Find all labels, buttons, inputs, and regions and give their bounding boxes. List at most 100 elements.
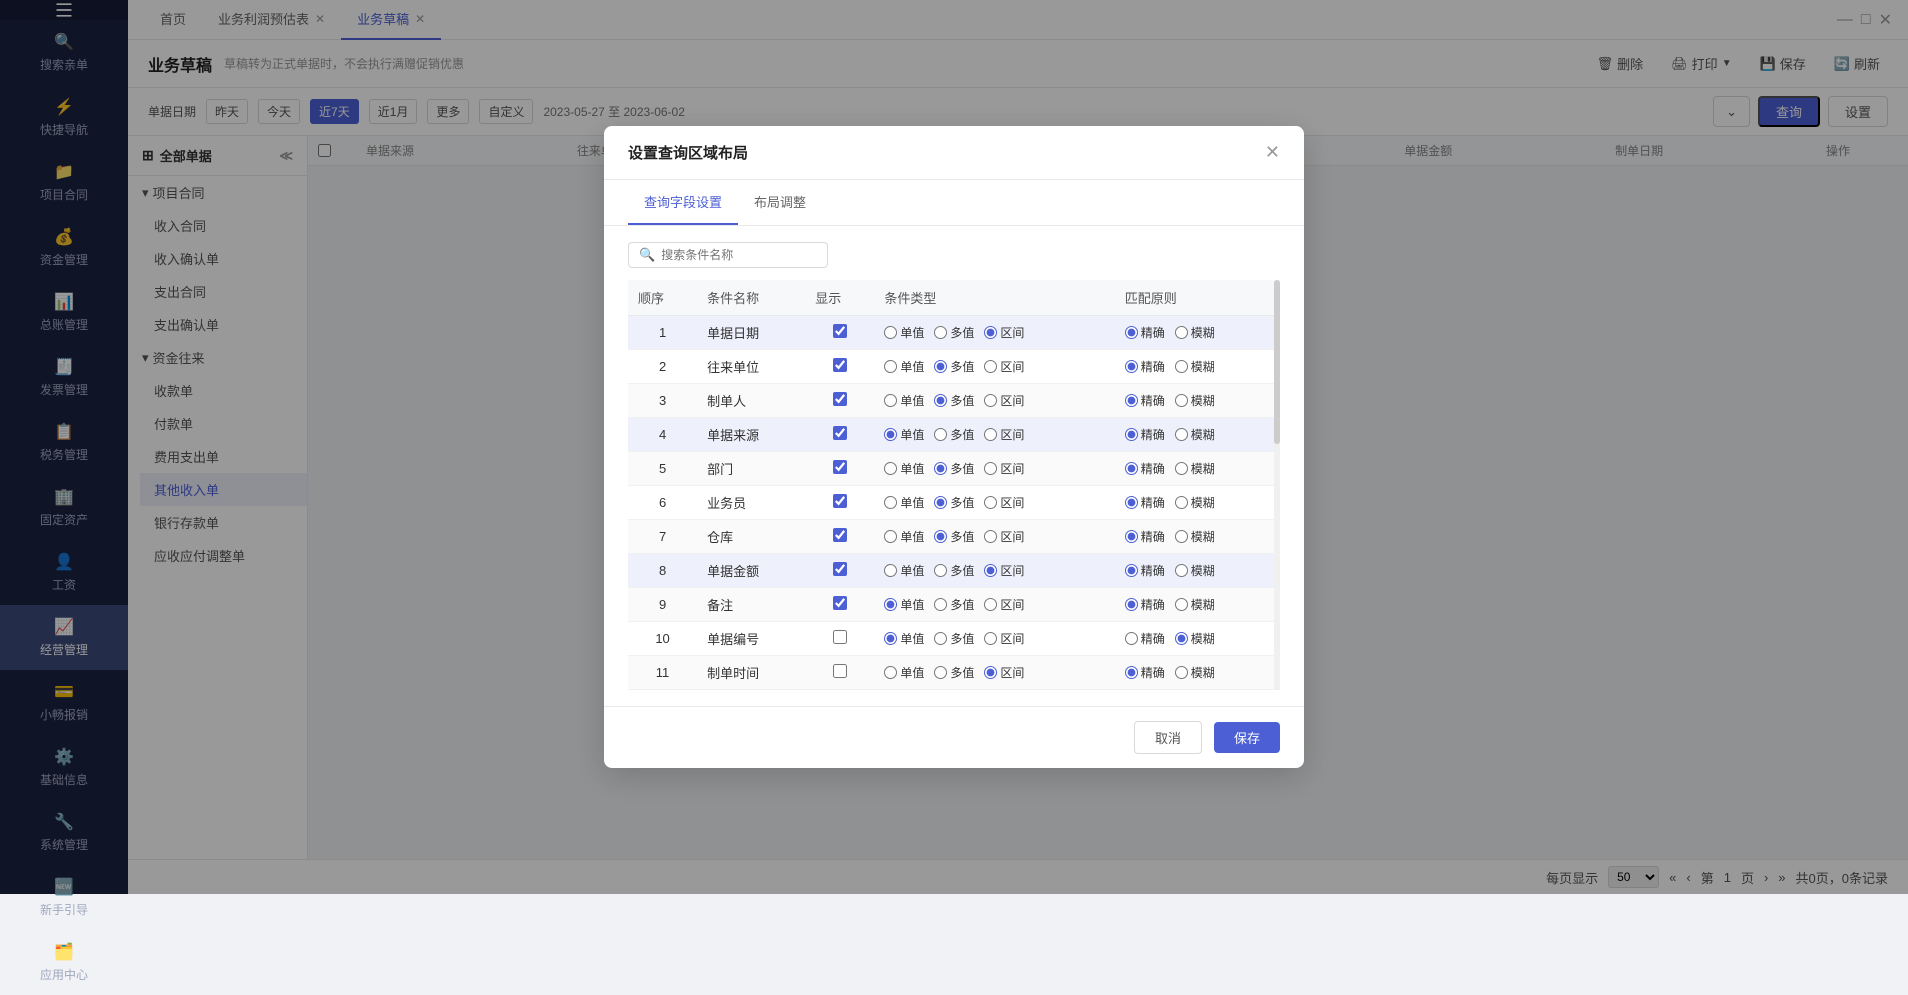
type-radio-多值[interactable]: 多值	[934, 426, 974, 443]
match-radio-模糊[interactable]: 模糊	[1175, 630, 1215, 647]
match-radio-input-模糊-1[interactable]	[1175, 360, 1188, 373]
match-radio-input-模糊-10[interactable]	[1175, 666, 1188, 679]
match-radio-input-模糊-4[interactable]	[1175, 462, 1188, 475]
type-radio-区间[interactable]: 区间	[984, 426, 1024, 443]
type-radio-单值[interactable]: 单值	[884, 358, 924, 375]
type-radio-多值[interactable]: 多值	[934, 664, 974, 681]
match-radio-input-精确-0[interactable]	[1125, 326, 1138, 339]
show-checkbox-3[interactable]	[833, 426, 847, 440]
type-radio-input-多值-1[interactable]	[934, 360, 947, 373]
modal-close-button[interactable]: ✕	[1265, 142, 1280, 163]
type-radio-input-单值-2[interactable]	[884, 394, 897, 407]
type-radio-区间[interactable]: 区间	[984, 460, 1024, 477]
type-radio-input-单值-8[interactable]	[884, 598, 897, 611]
type-radio-单值[interactable]: 单值	[884, 664, 924, 681]
type-radio-input-单值-6[interactable]	[884, 530, 897, 543]
show-checkbox-1[interactable]	[833, 358, 847, 372]
type-radio-input-单值-9[interactable]	[884, 632, 897, 645]
type-radio-input-单值-4[interactable]	[884, 462, 897, 475]
show-checkbox-8[interactable]	[833, 596, 847, 610]
match-radio-精确[interactable]: 精确	[1125, 358, 1165, 375]
match-radio-精确[interactable]: 精确	[1125, 494, 1165, 511]
type-radio-input-区间-4[interactable]	[984, 462, 997, 475]
type-radio-input-多值-2[interactable]	[934, 394, 947, 407]
match-radio-input-模糊-3[interactable]	[1175, 428, 1188, 441]
show-checkbox-4[interactable]	[833, 460, 847, 474]
type-radio-input-区间-3[interactable]	[984, 428, 997, 441]
type-radio-区间[interactable]: 区间	[984, 528, 1024, 545]
type-radio-input-多值-4[interactable]	[934, 462, 947, 475]
match-radio-input-模糊-2[interactable]	[1175, 394, 1188, 407]
match-radio-模糊[interactable]: 模糊	[1175, 562, 1215, 579]
type-radio-input-区间-1[interactable]	[984, 360, 997, 373]
type-radio-input-多值-3[interactable]	[934, 428, 947, 441]
type-radio-区间[interactable]: 区间	[984, 562, 1024, 579]
type-radio-input-多值-6[interactable]	[934, 530, 947, 543]
match-radio-input-精确-6[interactable]	[1125, 530, 1138, 543]
match-radio-input-精确-1[interactable]	[1125, 360, 1138, 373]
type-radio-单值[interactable]: 单值	[884, 392, 924, 409]
modal-tab-query-fields[interactable]: 查询字段设置	[628, 180, 738, 225]
match-radio-input-模糊-0[interactable]	[1175, 326, 1188, 339]
type-radio-input-单值-5[interactable]	[884, 496, 897, 509]
match-radio-精确[interactable]: 精确	[1125, 562, 1165, 579]
match-radio-input-精确-4[interactable]	[1125, 462, 1138, 475]
type-radio-input-区间-5[interactable]	[984, 496, 997, 509]
type-radio-input-区间-6[interactable]	[984, 530, 997, 543]
match-radio-input-精确-2[interactable]	[1125, 394, 1138, 407]
show-checkbox-0[interactable]	[833, 324, 847, 338]
type-radio-input-多值-9[interactable]	[934, 632, 947, 645]
type-radio-input-区间-8[interactable]	[984, 598, 997, 611]
match-radio-精确[interactable]: 精确	[1125, 426, 1165, 443]
match-radio-input-模糊-5[interactable]	[1175, 496, 1188, 509]
type-radio-input-单值-1[interactable]	[884, 360, 897, 373]
type-radio-input-多值-10[interactable]	[934, 666, 947, 679]
show-checkbox-7[interactable]	[833, 562, 847, 576]
match-radio-模糊[interactable]: 模糊	[1175, 392, 1215, 409]
match-radio-精确[interactable]: 精确	[1125, 630, 1165, 647]
type-radio-input-区间-9[interactable]	[984, 632, 997, 645]
type-radio-单值[interactable]: 单值	[884, 630, 924, 647]
show-checkbox-5[interactable]	[833, 494, 847, 508]
type-radio-区间[interactable]: 区间	[984, 358, 1024, 375]
match-radio-模糊[interactable]: 模糊	[1175, 528, 1215, 545]
type-radio-区间[interactable]: 区间	[984, 494, 1024, 511]
type-radio-区间[interactable]: 区间	[984, 664, 1024, 681]
type-radio-input-单值-0[interactable]	[884, 326, 897, 339]
type-radio-多值[interactable]: 多值	[934, 460, 974, 477]
type-radio-input-多值-0[interactable]	[934, 326, 947, 339]
show-checkbox-2[interactable]	[833, 392, 847, 406]
type-radio-单值[interactable]: 单值	[884, 494, 924, 511]
type-radio-区间[interactable]: 区间	[984, 630, 1024, 647]
type-radio-input-单值-3[interactable]	[884, 428, 897, 441]
type-radio-多值[interactable]: 多值	[934, 562, 974, 579]
match-radio-input-精确-9[interactable]	[1125, 632, 1138, 645]
type-radio-多值[interactable]: 多值	[934, 358, 974, 375]
match-radio-精确[interactable]: 精确	[1125, 664, 1165, 681]
match-radio-模糊[interactable]: 模糊	[1175, 324, 1215, 341]
match-radio-input-精确-3[interactable]	[1125, 428, 1138, 441]
scroll-thumb[interactable]	[1274, 280, 1280, 444]
type-radio-input-多值-5[interactable]	[934, 496, 947, 509]
match-radio-input-模糊-6[interactable]	[1175, 530, 1188, 543]
type-radio-单值[interactable]: 单值	[884, 324, 924, 341]
match-radio-input-精确-7[interactable]	[1125, 564, 1138, 577]
match-radio-精确[interactable]: 精确	[1125, 460, 1165, 477]
type-radio-单值[interactable]: 单值	[884, 596, 924, 613]
type-radio-单值[interactable]: 单值	[884, 562, 924, 579]
show-checkbox-10[interactable]	[833, 664, 847, 678]
match-radio-模糊[interactable]: 模糊	[1175, 426, 1215, 443]
type-radio-input-单值-7[interactable]	[884, 564, 897, 577]
match-radio-模糊[interactable]: 模糊	[1175, 664, 1215, 681]
type-radio-多值[interactable]: 多值	[934, 528, 974, 545]
type-radio-多值[interactable]: 多值	[934, 596, 974, 613]
cancel-button[interactable]: 取消	[1134, 721, 1202, 754]
match-radio-精确[interactable]: 精确	[1125, 324, 1165, 341]
type-radio-多值[interactable]: 多值	[934, 324, 974, 341]
modal-tab-layout[interactable]: 布局调整	[738, 180, 822, 225]
match-radio-模糊[interactable]: 模糊	[1175, 358, 1215, 375]
show-checkbox-6[interactable]	[833, 528, 847, 542]
type-radio-区间[interactable]: 区间	[984, 596, 1024, 613]
type-radio-input-多值-7[interactable]	[934, 564, 947, 577]
type-radio-单值[interactable]: 单值	[884, 426, 924, 443]
